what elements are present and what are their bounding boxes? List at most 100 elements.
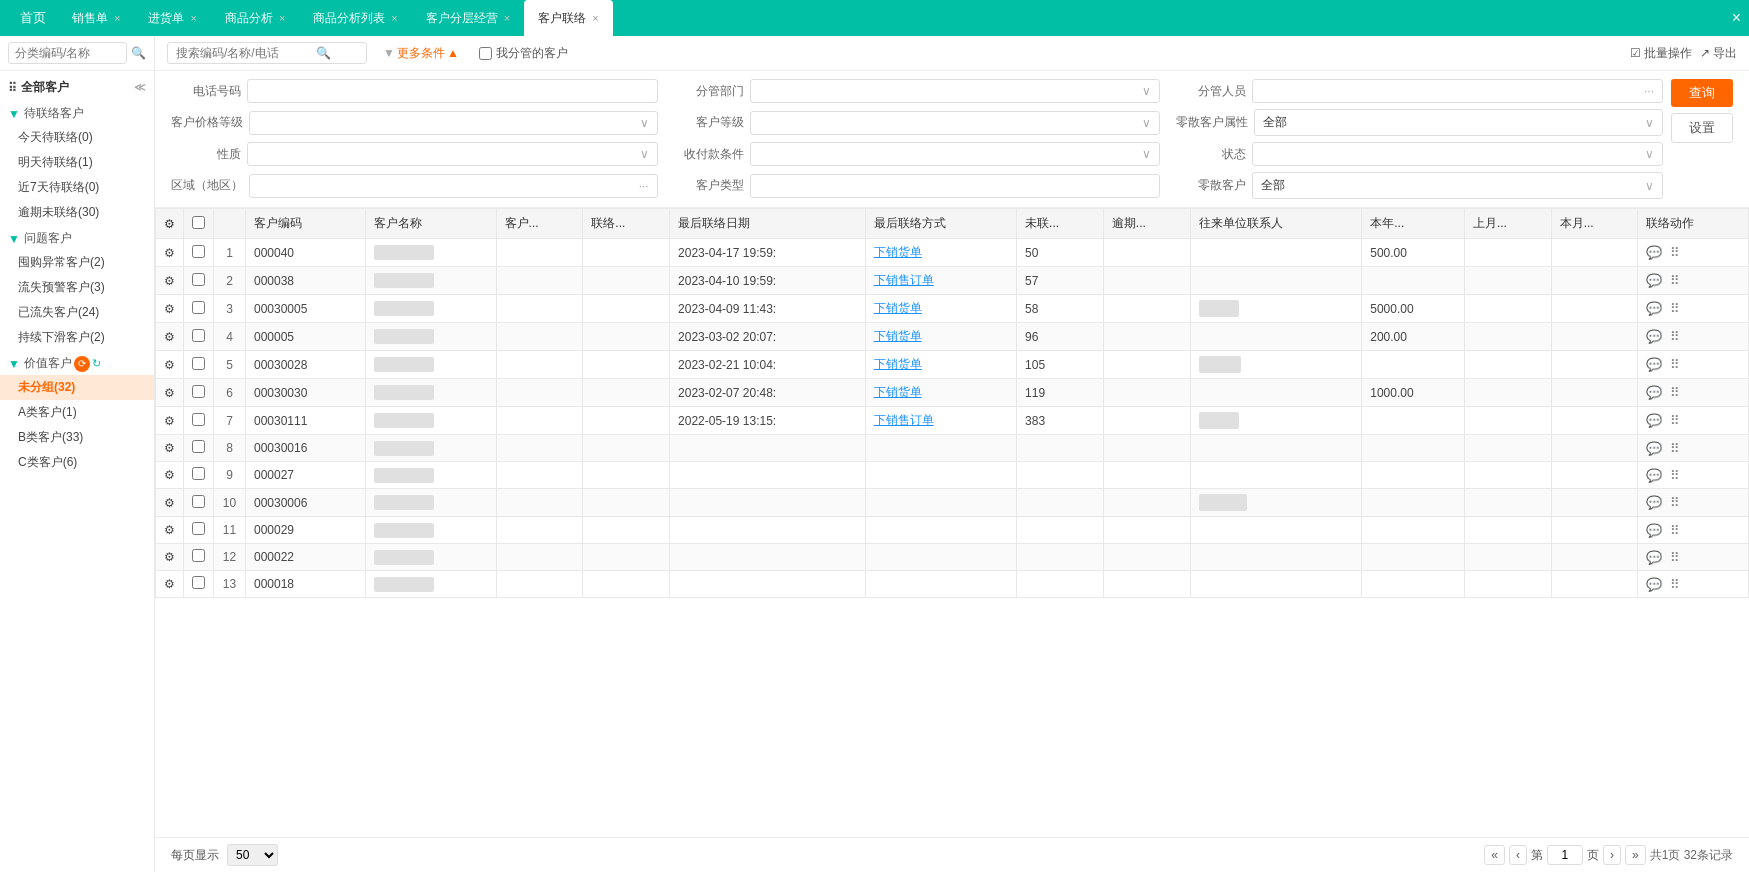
sales-tab[interactable]: 销售单 × <box>58 0 134 36</box>
row-last-method[interactable]: 下销货单 <box>865 379 1016 407</box>
row-name[interactable]: 某客户 <box>365 407 496 435</box>
more-icon[interactable]: ⠿ <box>1670 577 1680 592</box>
person-select[interactable]: ··· <box>1252 79 1663 103</box>
row-settings[interactable]: ⚙ <box>156 323 184 351</box>
contact-icon[interactable]: 💬 <box>1646 577 1662 592</box>
row-last-method[interactable] <box>865 462 1016 489</box>
row-name[interactable]: 某客户 <box>365 544 496 571</box>
row-action[interactable]: 💬 ⠿ <box>1638 544 1749 571</box>
row-settings[interactable]: ⚙ <box>156 351 184 379</box>
close-sales-tab[interactable]: × <box>114 12 120 24</box>
row-last-method[interactable] <box>865 517 1016 544</box>
more-icon[interactable]: ⠿ <box>1670 385 1680 400</box>
phone-input[interactable] <box>247 79 658 103</box>
settings-col-header[interactable]: ⚙ <box>156 209 184 239</box>
main-search-box[interactable]: 🔍 <box>167 42 367 64</box>
sidebar-item-tomorrow[interactable]: 明天待联络(1) <box>0 150 154 175</box>
row-last-method[interactable]: 下销售订单 <box>865 407 1016 435</box>
row-checkbox[interactable] <box>184 267 214 295</box>
row-last-method[interactable]: 下销货单 <box>865 239 1016 267</box>
row-last-method[interactable]: 下销货单 <box>865 295 1016 323</box>
contact-icon[interactable]: 💬 <box>1646 245 1662 260</box>
row-settings[interactable]: ⚙ <box>156 239 184 267</box>
row-settings[interactable]: ⚙ <box>156 544 184 571</box>
contact-icon[interactable]: 💬 <box>1646 385 1662 400</box>
row-checkbox[interactable] <box>184 295 214 323</box>
sidebar-search-icon[interactable]: 🔍 <box>131 46 146 60</box>
row-checkbox[interactable] <box>184 239 214 267</box>
batch-op-btn[interactable]: ☑ 批量操作 <box>1630 45 1692 62</box>
reset-button[interactable]: 设置 <box>1671 113 1733 143</box>
my-customers-check[interactable] <box>479 47 492 60</box>
close-all-button[interactable]: × <box>1732 9 1741 27</box>
row-checkbox[interactable] <box>184 379 214 407</box>
sidebar-item-7days[interactable]: 近7天待联络(0) <box>0 175 154 200</box>
purchase-tab[interactable]: 进货单 × <box>134 0 210 36</box>
unit-contact-col-header[interactable]: 往来单位联系人 <box>1190 209 1362 239</box>
row-settings[interactable]: ⚙ <box>156 517 184 544</box>
row-name[interactable]: 某客户 <box>365 435 496 462</box>
row-name[interactable]: 某客户某某 <box>365 379 496 407</box>
row-name[interactable]: 某客户 <box>365 295 496 323</box>
contact-icon[interactable]: 💬 <box>1646 357 1662 372</box>
select-all-checkbox[interactable] <box>192 216 205 229</box>
more-icon[interactable]: ⠿ <box>1670 468 1680 483</box>
sidebar-item-today[interactable]: 今天待联络(0) <box>0 125 154 150</box>
export-btn[interactable]: ↗ 导出 <box>1700 45 1737 62</box>
row-action[interactable]: 💬 ⠿ <box>1638 407 1749 435</box>
main-search-input[interactable] <box>176 46 316 60</box>
contact-icon[interactable]: 💬 <box>1646 523 1662 538</box>
sidebar-item-a-class[interactable]: A类客户(1) <box>0 400 154 425</box>
retail-attr-select[interactable]: 全部 ∨ <box>1254 109 1663 136</box>
customer-segment-tab[interactable]: 客户分层经营 × <box>412 0 524 36</box>
close-goods-analysis-tab[interactable]: × <box>279 12 285 24</box>
goods-analysis-tab[interactable]: 商品分析 × <box>211 0 299 36</box>
row-action[interactable]: 💬 ⠿ <box>1638 462 1749 489</box>
row-settings[interactable]: ⚙ <box>156 435 184 462</box>
overdue-col-header[interactable]: 逾期... <box>1103 209 1190 239</box>
row-last-method[interactable]: 下销货单 <box>865 323 1016 351</box>
value-group-title[interactable]: ▼ 价值客户 ⟳ ↻ <box>0 350 154 375</box>
refresh-icon[interactable]: ↻ <box>92 357 101 370</box>
row-name[interactable]: 某公司 <box>365 462 496 489</box>
more-icon[interactable]: ⠿ <box>1670 523 1680 538</box>
row-name[interactable]: 某客 <box>365 517 496 544</box>
last-month-col-header[interactable]: 上月... <box>1464 209 1551 239</box>
more-icon[interactable]: ⠿ <box>1670 413 1680 428</box>
goods-analysis-list-tab[interactable]: 商品分析列表 × <box>299 0 411 36</box>
last-date-col-header[interactable]: 最后联络日期 <box>670 209 866 239</box>
row-settings[interactable]: ⚙ <box>156 295 184 323</box>
dept-select[interactable]: ∨ <box>750 79 1161 103</box>
row-checkbox[interactable] <box>184 544 214 571</box>
row-name[interactable]: 某客户 <box>365 571 496 598</box>
region-select[interactable]: ··· <box>249 174 658 198</box>
pending-group-title[interactable]: ▼ 待联络客户 <box>0 100 154 125</box>
main-search-icon[interactable]: 🔍 <box>316 46 331 60</box>
row-settings[interactable]: ⚙ <box>156 407 184 435</box>
more-conditions-btn[interactable]: ▼ 更多条件 ▲ <box>383 45 459 62</box>
contact-icon[interactable]: 💬 <box>1646 329 1662 344</box>
nature-select[interactable]: ∨ <box>247 142 658 166</box>
row-action[interactable]: 💬 ⠿ <box>1638 267 1749 295</box>
page-size-select[interactable]: 50 100 200 <box>227 844 278 866</box>
all-customers-header[interactable]: ⠿ 全部客户 ≪ <box>0 71 154 100</box>
contact-icon[interactable]: 💬 <box>1646 301 1662 316</box>
close-customer-segment-tab[interactable]: × <box>504 12 510 24</box>
payment-select[interactable]: ∨ <box>750 142 1161 166</box>
home-tab[interactable]: 首页 <box>8 0 58 36</box>
collapse-icon[interactable]: ≪ <box>134 81 146 94</box>
page-input[interactable] <box>1547 845 1583 865</box>
more-icon[interactable]: ⠿ <box>1670 329 1680 344</box>
sidebar-item-churn-warning[interactable]: 流失预警客户(3) <box>0 275 154 300</box>
row-last-method[interactable]: 下销货单 <box>865 351 1016 379</box>
row-action[interactable]: 💬 ⠿ <box>1638 351 1749 379</box>
row-last-method[interactable] <box>865 571 1016 598</box>
sidebar-item-b-class[interactable]: B类客户(33) <box>0 425 154 450</box>
this-year-col-header[interactable]: 本年... <box>1362 209 1465 239</box>
close-customer-contact-tab[interactable]: × <box>592 12 598 24</box>
sidebar-item-declining[interactable]: 持续下滑客户(2) <box>0 325 154 350</box>
code-col-header[interactable]: 客户编码 <box>246 209 366 239</box>
sidebar-item-overdue[interactable]: 逾期未联络(30) <box>0 200 154 225</box>
row-checkbox[interactable] <box>184 571 214 598</box>
row-action[interactable]: 💬 ⠿ <box>1638 435 1749 462</box>
